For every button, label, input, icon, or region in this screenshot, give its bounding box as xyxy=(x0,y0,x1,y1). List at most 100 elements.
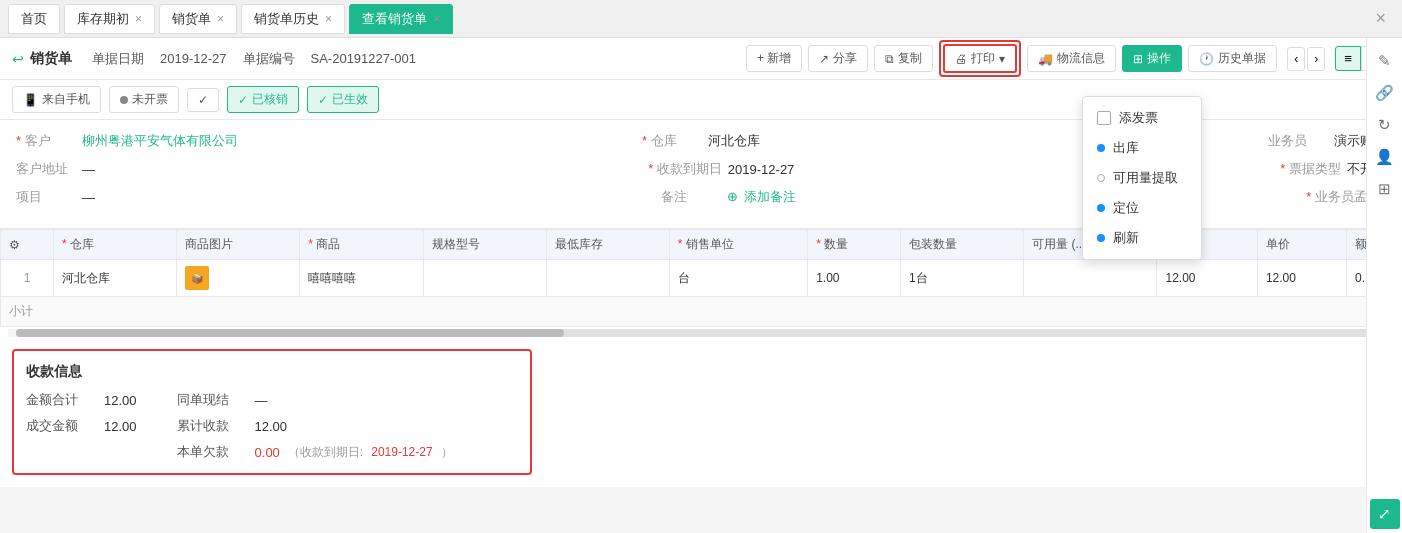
prev-button[interactable]: ‹ xyxy=(1287,47,1305,71)
horizontal-scrollbar[interactable] xyxy=(16,329,1386,337)
row-sales-unit: 台 xyxy=(669,260,807,297)
row-available xyxy=(1024,260,1157,297)
from-phone-label: 来自手机 xyxy=(42,91,90,108)
customer-value[interactable]: 柳州粤港平安气体有限公司 xyxy=(82,132,238,150)
next-button[interactable]: › xyxy=(1307,47,1325,71)
cancelled-check-icon: ✓ xyxy=(238,93,248,107)
tab-sales-history-label: 销货单历史 xyxy=(254,10,319,28)
share-button[interactable]: ↗ 分享 xyxy=(808,45,868,72)
tab-sales-order-label: 销货单 xyxy=(172,10,211,28)
logistics-icon: 🚚 xyxy=(1038,52,1053,66)
tab-view-sales-close[interactable]: × xyxy=(433,12,440,26)
address-field: 客户地址 — xyxy=(16,160,648,178)
operation-icon: ⊞ xyxy=(1133,52,1143,66)
row-no: 1 xyxy=(1,260,54,297)
scroll-thumb xyxy=(16,329,564,337)
row-warehouse: 河北仓库 xyxy=(54,260,177,297)
copy-label: 复制 xyxy=(898,50,922,67)
arrears-suffix: （收款到期日: xyxy=(288,444,363,461)
col-product: 商品 xyxy=(300,230,423,260)
right-sidebar: ✎ 🔗 ↻ 👤 ⊞ ⤢ xyxy=(1366,38,1402,487)
same-order-row: 同单现结 — xyxy=(177,391,453,409)
col-spec: 规格型号 xyxy=(423,230,546,260)
subtotal-label: 小计 xyxy=(1,297,1402,327)
row-qty: 1.00 xyxy=(808,260,901,297)
print-button[interactable]: 🖨 打印 ▾ xyxy=(943,44,1017,73)
available-qty-label: 可用量提取 xyxy=(1113,169,1178,187)
remark-add-icon: ⊕ xyxy=(727,189,738,204)
dropdown-add-invoice[interactable]: 添发票 xyxy=(1083,103,1201,133)
col-product-img: 商品图片 xyxy=(177,230,300,260)
history-button[interactable]: 🕐 历史单据 xyxy=(1188,45,1277,72)
view-list-button[interactable]: ≡ xyxy=(1335,46,1361,71)
project-label: 项目 xyxy=(16,188,76,206)
tab-view-sales[interactable]: 查看销货单 × xyxy=(349,4,453,34)
phone-icon: 📱 xyxy=(23,93,38,107)
payment-col-right: 同单现结 — 累计收款 12.00 本单欠款 0.00 （收款到期日: 2019… xyxy=(177,391,453,461)
tab-home[interactable]: 首页 xyxy=(8,4,60,34)
row-product-img: 📦 xyxy=(177,260,300,297)
tab-sales-order-close[interactable]: × xyxy=(217,12,224,26)
sidebar-user-icon[interactable]: 👤 xyxy=(1370,142,1400,172)
sidebar-grid-icon[interactable]: ⊞ xyxy=(1370,174,1400,204)
cumulative-receipt-key: 累计收款 xyxy=(177,417,247,435)
arrears-row: 本单欠款 0.00 （收款到期日: 2019-12-27 ） xyxy=(177,443,453,461)
dropdown-ship-out[interactable]: 出库 xyxy=(1083,133,1201,163)
ship-out-label: 出库 xyxy=(1113,139,1139,157)
row-min-stock xyxy=(546,260,669,297)
doc-icon: ↩ xyxy=(12,51,24,67)
not-opened-button[interactable]: 未开票 xyxy=(109,86,179,113)
copy-button[interactable]: ⧉ 复制 xyxy=(874,45,933,72)
confirm-button[interactable]: ✓ xyxy=(187,88,219,112)
print-icon: 🖨 xyxy=(955,52,967,66)
staff-label: 业务员 xyxy=(1268,132,1328,150)
address-label: 客户地址 xyxy=(16,160,76,178)
add-invoice-label: 添发票 xyxy=(1119,109,1158,127)
table-row: 1 河北仓库 📦 嘻嘻嘻嘻 台 1.00 1台 12.00 12.00 0. xyxy=(1,260,1402,297)
payment-title: 收款信息 xyxy=(26,363,518,381)
sidebar-edit-icon[interactable]: ✎ xyxy=(1370,46,1400,76)
tab-inventory-close[interactable]: × xyxy=(135,12,142,26)
gear-icon[interactable]: ⚙ xyxy=(9,238,20,252)
tab-sales-order[interactable]: 销货单 × xyxy=(159,4,237,34)
col-package-qty: 包装数量 xyxy=(901,230,1024,260)
operation-button[interactable]: ⊞ 操作 xyxy=(1122,45,1182,72)
same-order-value: — xyxy=(255,393,268,408)
tab-sales-history[interactable]: 销货单历史 × xyxy=(241,4,345,34)
dropdown-refresh[interactable]: 刷新 xyxy=(1083,223,1201,253)
payment-rows: 金额合计 12.00 成交金额 12.00 同单现结 — 累计收款 12.00 xyxy=(26,391,518,461)
operation-dropdown: 添发票 出库 可用量提取 定位 刷新 xyxy=(1082,96,1202,260)
logistics-button[interactable]: 🚚 物流信息 xyxy=(1027,45,1116,72)
product-thumbnail: 📦 xyxy=(185,266,209,290)
effective-badge[interactable]: ✓ 已生效 xyxy=(307,86,379,113)
row-package-qty: 1台 xyxy=(901,260,1024,297)
sidebar-link-icon[interactable]: 🔗 xyxy=(1370,78,1400,108)
tab-sales-history-close[interactable]: × xyxy=(325,12,332,26)
row-unit-price: 12.00 xyxy=(1257,260,1346,297)
payment-date-label: 收款到期日 xyxy=(648,160,722,178)
tab-inventory-init[interactable]: 库存期初 × xyxy=(64,4,155,34)
remark-label: 备注 xyxy=(661,188,721,206)
from-phone-button[interactable]: 📱 来自手机 xyxy=(12,86,101,113)
payment-col-left: 金额合计 12.00 成交金额 12.00 xyxy=(26,391,137,461)
operation-label: 操作 xyxy=(1147,50,1171,67)
share-label: 分享 xyxy=(833,50,857,67)
remark-add[interactable]: ⊕ 添加备注 xyxy=(727,188,796,206)
dropdown-locate[interactable]: 定位 xyxy=(1083,193,1201,223)
number-label: 单据编号 xyxy=(243,50,295,68)
ship-out-icon xyxy=(1097,144,1105,152)
new-button[interactable]: + 新增 xyxy=(746,45,802,72)
window-close-button[interactable]: × xyxy=(1367,8,1394,29)
col-warehouse: 仓库 xyxy=(54,230,177,260)
address-value: — xyxy=(82,162,95,177)
sidebar-refresh-icon[interactable]: ↻ xyxy=(1370,110,1400,140)
payment-info-box: 收款信息 金额合计 12.00 成交金额 12.00 同单现结 — 累计收款 xyxy=(12,349,532,475)
not-opened-dot xyxy=(120,96,128,104)
customer-field: 客户 柳州粤港平安气体有限公司 xyxy=(16,132,642,150)
not-opened-label: 未开票 xyxy=(132,91,168,108)
locate-icon xyxy=(1097,204,1105,212)
dropdown-available-qty[interactable]: 可用量提取 xyxy=(1083,163,1201,193)
cancelled-badge[interactable]: ✓ 已核销 xyxy=(227,86,299,113)
tab-home-label: 首页 xyxy=(21,10,47,28)
add-invoice-icon xyxy=(1097,111,1111,125)
